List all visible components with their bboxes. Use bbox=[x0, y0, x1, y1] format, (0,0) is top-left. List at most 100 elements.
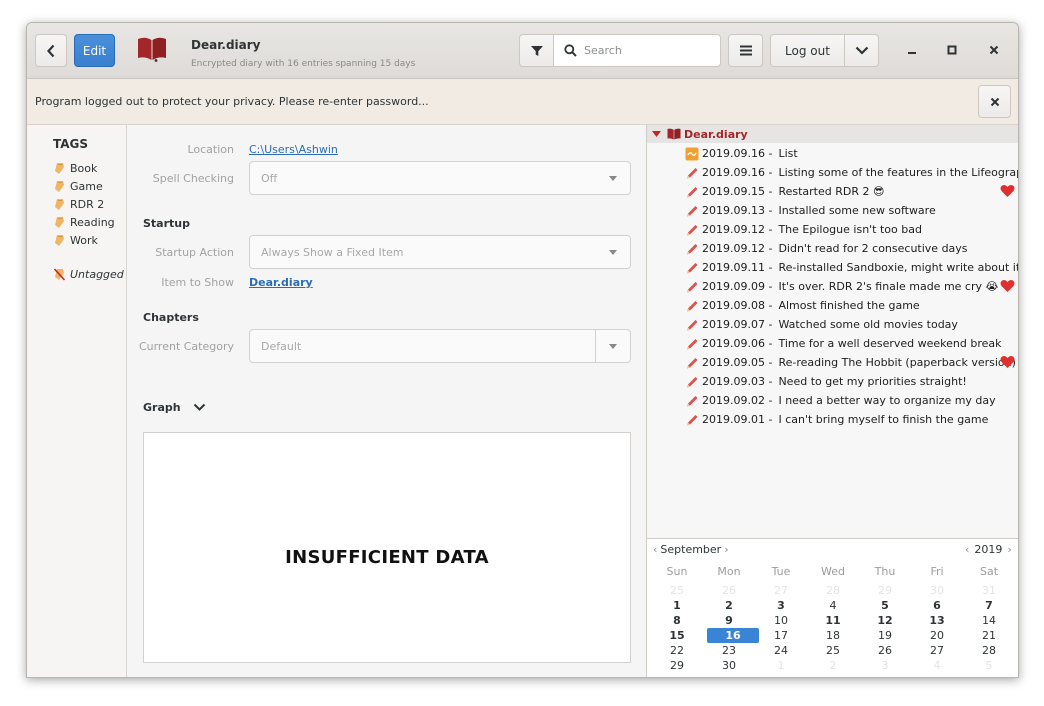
menu-button[interactable] bbox=[728, 34, 763, 67]
calendar-day[interactable]: 15 bbox=[651, 628, 703, 643]
calendar-day[interactable]: 6 bbox=[911, 598, 963, 613]
tag-item[interactable]: Reading bbox=[54, 216, 115, 229]
entry-row[interactable]: 2019.09.11 - Re-installed Sandboxie, migh… bbox=[685, 258, 1018, 277]
graph-expander[interactable]: Graph bbox=[143, 401, 206, 414]
calendar-day[interactable]: 1 bbox=[755, 658, 807, 673]
calendar-day[interactable]: 29 bbox=[651, 658, 703, 673]
spell-checking-dropdown[interactable]: Off bbox=[249, 161, 631, 195]
calendar-day[interactable]: 5 bbox=[963, 658, 1015, 673]
calendar-day[interactable]: 18 bbox=[807, 628, 859, 643]
entry-row[interactable]: 2019.09.16 - Listing some of the features… bbox=[685, 163, 1018, 182]
tag-item[interactable]: Book bbox=[54, 162, 97, 175]
calendar-day[interactable]: 26 bbox=[703, 583, 755, 598]
entry-row[interactable]: 2019.09.01 - I can't bring myself to fini… bbox=[685, 410, 1015, 429]
tag-untagged[interactable]: Untagged bbox=[54, 268, 124, 281]
tag-item[interactable]: Game bbox=[54, 180, 103, 193]
entry-row[interactable]: 2019.09.07 - Watched some old movies toda… bbox=[685, 315, 1015, 334]
tag-item[interactable]: Work bbox=[54, 234, 98, 247]
calendar-day[interactable]: 30 bbox=[703, 658, 755, 673]
dropdown-arrow-icon bbox=[609, 176, 617, 181]
filter-button[interactable] bbox=[519, 34, 554, 67]
entry-row[interactable]: 2019.09.16 - List bbox=[685, 144, 1015, 163]
entry-date: 2019.09.16 - bbox=[702, 166, 773, 179]
calendar-day[interactable]: 10 bbox=[755, 613, 807, 628]
startup-action-dropdown[interactable]: Always Show a Fixed Item bbox=[249, 235, 631, 269]
entry-row[interactable]: 2019.09.15 - Restarted RDR 2 😎 bbox=[685, 182, 1015, 201]
favorite-heart-icon[interactable] bbox=[1000, 279, 1015, 293]
calendar-day[interactable]: 24 bbox=[755, 643, 807, 658]
calendar-day[interactable]: 25 bbox=[651, 583, 703, 598]
calendar-day[interactable]: 21 bbox=[963, 628, 1015, 643]
item-to-show-link[interactable]: Dear.diary bbox=[249, 276, 313, 289]
entry-row[interactable]: 2019.09.09 - It's over. RDR 2's finale ma… bbox=[685, 277, 1015, 296]
edit-button[interactable]: Edit bbox=[74, 34, 115, 67]
calendar-day[interactable]: 2 bbox=[703, 598, 755, 613]
weekday-header: Mon bbox=[717, 565, 741, 578]
calendar-day[interactable]: 4 bbox=[911, 658, 963, 673]
next-year-button[interactable]: › bbox=[1005, 543, 1013, 556]
calendar-day[interactable]: 1 bbox=[651, 598, 703, 613]
entry-row[interactable]: 2019.09.12 - Didn't read for 2 consecutiv… bbox=[685, 239, 1015, 258]
dismiss-info-button[interactable] bbox=[978, 85, 1011, 118]
calendar-day[interactable]: 17 bbox=[755, 628, 807, 643]
calendar-day[interactable]: 19 bbox=[859, 628, 911, 643]
current-category-dropdown[interactable]: Default bbox=[249, 329, 631, 363]
calendar-day-selected[interactable]: 16 bbox=[707, 628, 759, 643]
calendar-day[interactable]: 29 bbox=[859, 583, 911, 598]
diary-root-item[interactable]: Dear.diary bbox=[647, 125, 1018, 143]
entry-row[interactable]: 2019.09.08 - Almost finished the game bbox=[685, 296, 1015, 315]
entry-title: It's over. RDR 2's finale made me cry 😭 bbox=[778, 280, 999, 293]
entry-row[interactable]: 2019.09.13 - Installed some new software bbox=[685, 201, 1015, 220]
calendar-day[interactable]: 3 bbox=[755, 598, 807, 613]
tags-heading: TAGS bbox=[53, 137, 89, 151]
calendar-day[interactable]: 5 bbox=[859, 598, 911, 613]
weekday-header: Wed bbox=[821, 565, 845, 578]
location-link[interactable]: C:\Users\Ashwin bbox=[249, 143, 338, 156]
calendar-day[interactable]: 3 bbox=[859, 658, 911, 673]
entry-row[interactable]: 2019.09.12 - The Epilogue isn't too bad bbox=[685, 220, 1015, 239]
calendar-day[interactable]: 12 bbox=[859, 613, 911, 628]
calendar-day[interactable]: 2 bbox=[807, 658, 859, 673]
next-month-button[interactable]: › bbox=[722, 543, 730, 556]
entry-row[interactable]: 2019.09.05 - Re-reading The Hobbit (paper… bbox=[685, 353, 1016, 372]
hamburger-menu-icon bbox=[739, 45, 752, 56]
back-button[interactable] bbox=[35, 34, 67, 67]
calendar-day[interactable]: 23 bbox=[703, 643, 755, 658]
calendar-day[interactable]: 30 bbox=[911, 583, 963, 598]
calendar-day[interactable]: 20 bbox=[911, 628, 963, 643]
calendar-day[interactable]: 27 bbox=[911, 643, 963, 658]
minimize-icon bbox=[908, 52, 916, 54]
logout-options-button[interactable] bbox=[844, 34, 879, 67]
calendar-day[interactable]: 25 bbox=[807, 643, 859, 658]
calendar-day[interactable]: 14 bbox=[963, 613, 1015, 628]
calendar-day[interactable]: 8 bbox=[651, 613, 703, 628]
calendar-day[interactable]: 22 bbox=[651, 643, 703, 658]
pencil-icon bbox=[687, 262, 698, 273]
diary-book-icon bbox=[667, 128, 681, 140]
logout-button[interactable]: Log out bbox=[770, 34, 845, 67]
entry-title: Time for a well deserved weekend break bbox=[778, 337, 1002, 350]
calendar-day[interactable]: 13 bbox=[911, 613, 963, 628]
favorite-heart-icon[interactable] bbox=[1000, 355, 1015, 369]
favorite-heart-icon[interactable] bbox=[1000, 184, 1015, 198]
calendar-day[interactable]: 7 bbox=[963, 598, 1015, 613]
calendar-day[interactable]: 4 bbox=[807, 598, 859, 613]
close-window-button[interactable] bbox=[984, 40, 1004, 60]
search-input[interactable] bbox=[584, 44, 714, 57]
maximize-button[interactable] bbox=[942, 40, 962, 60]
calendar-day[interactable]: 9 bbox=[703, 613, 755, 628]
tag-item[interactable]: RDR 2 bbox=[54, 198, 104, 211]
previous-year-button[interactable]: ‹ bbox=[963, 543, 971, 556]
calendar-day[interactable]: 28 bbox=[963, 643, 1015, 658]
entry-row[interactable]: 2019.09.02 - I need a better way to organ… bbox=[685, 391, 1015, 410]
calendar-day[interactable]: 27 bbox=[755, 583, 807, 598]
search-field[interactable] bbox=[553, 34, 721, 67]
calendar-day[interactable]: 28 bbox=[807, 583, 859, 598]
entry-row[interactable]: 2019.09.03 - Need to get my priorities st… bbox=[685, 372, 1015, 391]
entry-row[interactable]: 2019.09.06 - Time for a well deserved wee… bbox=[685, 334, 1015, 353]
calendar-day[interactable]: 26 bbox=[859, 643, 911, 658]
calendar-day[interactable]: 31 bbox=[963, 583, 1015, 598]
minimize-button[interactable] bbox=[902, 40, 922, 60]
calendar-day[interactable]: 11 bbox=[807, 613, 859, 628]
previous-month-button[interactable]: ‹ bbox=[651, 543, 659, 556]
